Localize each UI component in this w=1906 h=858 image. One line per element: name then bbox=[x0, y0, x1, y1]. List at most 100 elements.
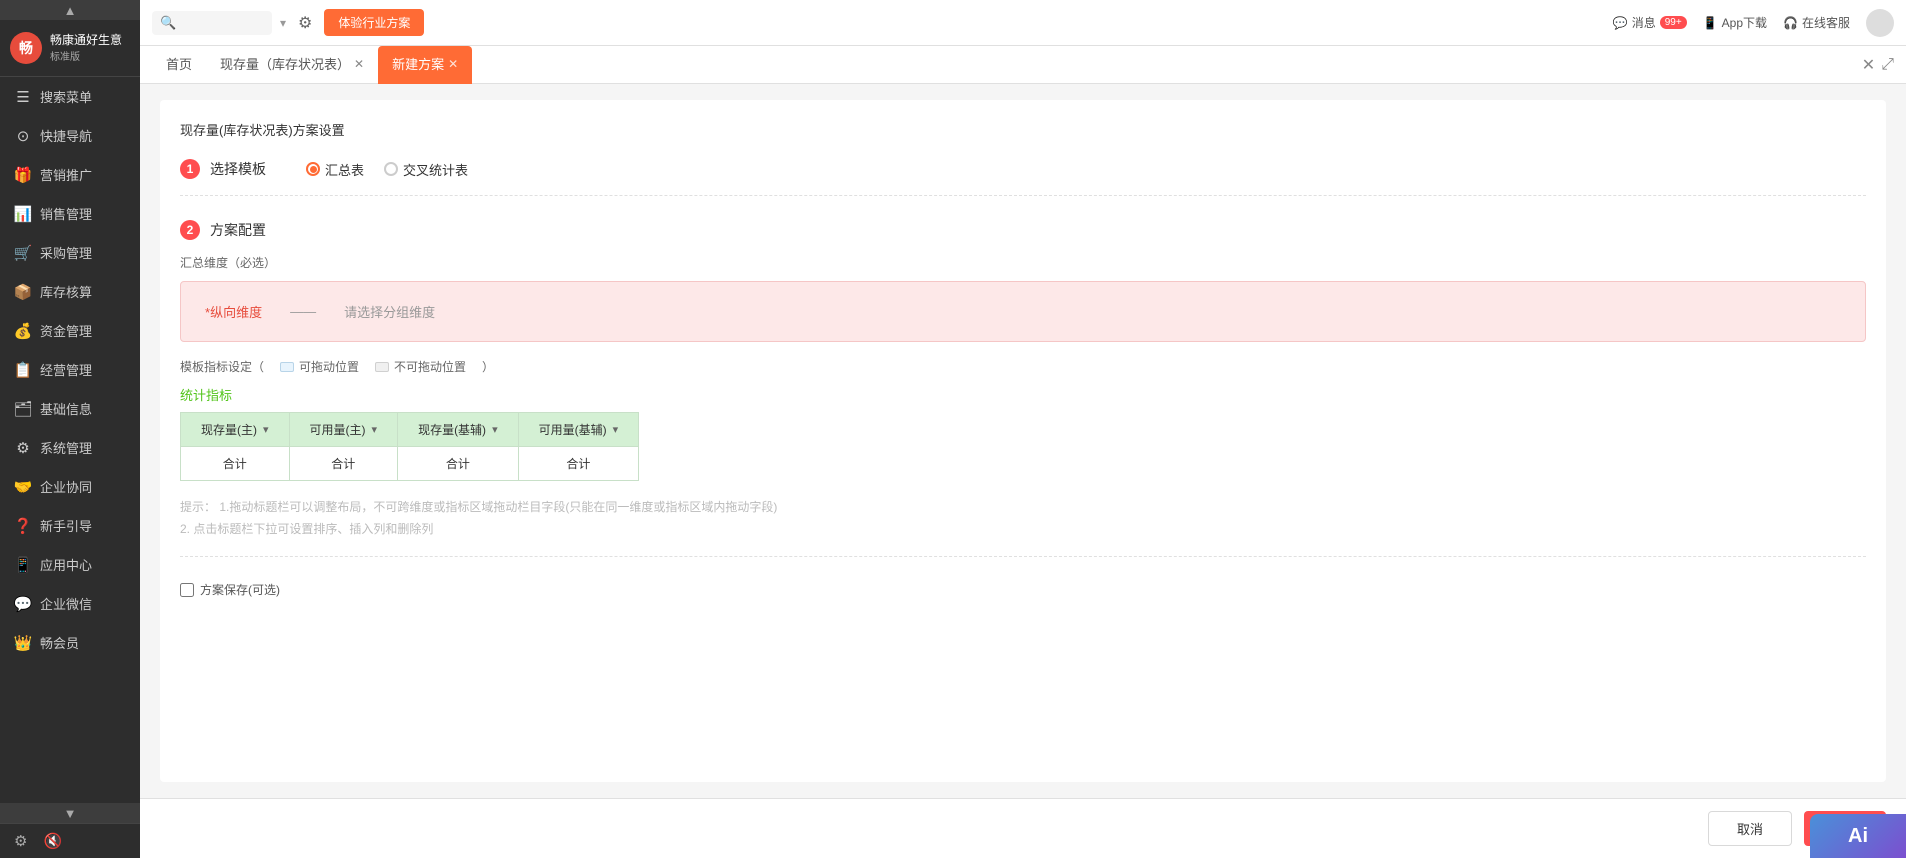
sidebar-icon-appstore: 📱 bbox=[14, 556, 32, 574]
radio-cross-circle bbox=[384, 162, 398, 176]
dim-placeholder[interactable]: 请选择分组维度 bbox=[344, 302, 435, 321]
th-available-main[interactable]: 可用量(主) ▾ bbox=[289, 413, 398, 447]
sidebar-icon-quick-nav: ⊙ bbox=[14, 127, 32, 145]
sidebar-icon-guide: ❓ bbox=[14, 517, 32, 535]
chip-draggable-box bbox=[280, 362, 294, 372]
radio-summary[interactable]: 汇总表 bbox=[306, 160, 364, 179]
td-total-1: 合计 bbox=[181, 447, 290, 481]
tab-new-plan-close[interactable]: ✕ bbox=[448, 57, 458, 71]
save-checkbox[interactable] bbox=[180, 583, 194, 597]
indicators-section: 模板指标设定（ 可拖动位置 不可拖动位置 ） 统计指标 bbox=[180, 358, 1866, 540]
industry-solution-button[interactable]: 体验行业方案 bbox=[324, 9, 424, 36]
sidebar-icon-inventory: 📦 bbox=[14, 283, 32, 301]
tabs-bar: 首页 现存量（库存状况表） ✕ 新建方案 ✕ ✕ ⤢ bbox=[140, 46, 1906, 84]
sidebar-item-search[interactable]: ☰搜索菜单 bbox=[0, 77, 140, 116]
td-total-3: 合计 bbox=[398, 447, 519, 481]
th-current-main-arrow[interactable]: ▾ bbox=[263, 423, 269, 436]
tab-inventory[interactable]: 现存量（库存状况表） ✕ bbox=[206, 46, 378, 84]
sidebar-item-quick-nav[interactable]: ⊙快捷导航 bbox=[0, 116, 140, 155]
sidebar-icon-operation: 📋 bbox=[14, 361, 32, 379]
sidebar-item-inventory[interactable]: 📦 库存核算 bbox=[0, 272, 140, 311]
chip-draggable-label: 可拖动位置 bbox=[299, 358, 359, 375]
sidebar-item-member[interactable]: 👑畅会员 bbox=[0, 623, 140, 662]
divider-2 bbox=[180, 556, 1866, 557]
sidebar-item-appstore[interactable]: 📱应用中心 bbox=[0, 545, 140, 584]
online-service-label: 在线客服 bbox=[1802, 14, 1850, 31]
sidebar-icon-wechat: 💬 bbox=[14, 595, 32, 613]
headset-icon: 🎧 bbox=[1783, 16, 1798, 30]
tab-home-label: 首页 bbox=[166, 54, 192, 73]
ai-floating-button[interactable]: Ai bbox=[1810, 814, 1906, 858]
close-panel-button[interactable]: ✕ bbox=[1862, 55, 1875, 75]
sidebar-item-finance[interactable]: 💰资金管理 bbox=[0, 311, 140, 350]
sidebar-item-marketing[interactable]: 🎁 营销推广 bbox=[0, 155, 140, 194]
content-inner: 现存量(库存状况表)方案设置 1 选择模板 汇总表 bbox=[160, 100, 1886, 782]
online-service-item[interactable]: 🎧 在线客服 bbox=[1783, 14, 1850, 31]
th-available-aux[interactable]: 可用量(基辅) ▾ bbox=[518, 413, 639, 447]
sidebar-label-purchase: 采购管理 bbox=[40, 243, 92, 262]
cancel-button[interactable]: 取消 bbox=[1708, 811, 1792, 846]
sidebar-item-operation[interactable]: 📋经营管理 bbox=[0, 350, 140, 389]
tips-section: 提示： 1.拖动标题栏可以调整布局，不可跨维度或指标区域拖动栏目字段(只能在同一… bbox=[180, 497, 1866, 540]
message-item[interactable]: 💬 消息 99+ bbox=[1613, 14, 1687, 31]
template-options: 汇总表 交叉统计表 bbox=[306, 160, 468, 179]
section-plan-config: 2 方案配置 汇总维度（必选） *纵向维度 —— 请选择分组维度 bbox=[180, 220, 1866, 557]
th-available-main-label: 可用量(主) bbox=[310, 421, 366, 438]
sidebar-item-system[interactable]: ⚙系统管理 bbox=[0, 428, 140, 467]
sidebar-item-cooperation[interactable]: 🤝企业协同 bbox=[0, 467, 140, 506]
expand-button[interactable]: ⤢ bbox=[1881, 55, 1894, 75]
tip-line-2: 2. 点击标题栏下拉可设置排序、插入列和删除列 bbox=[180, 519, 1866, 541]
settings-icon[interactable]: ⚙ bbox=[14, 832, 27, 850]
sidebar-item-guide[interactable]: ❓新手引导 bbox=[0, 506, 140, 545]
main-area: 🔍 ▾ ⚙ 体验行业方案 💬 消息 99+ 📱 App下载 🎧 在线客服 bbox=[140, 0, 1906, 858]
message-label: 消息 bbox=[1632, 14, 1656, 31]
dimension-row: *纵向维度 —— 请选择分组维度 bbox=[205, 302, 1841, 321]
section1-num: 1 bbox=[180, 159, 200, 179]
th-current-aux[interactable]: 现存量(基辅) ▾ bbox=[398, 413, 519, 447]
tab-new-plan[interactable]: 新建方案 ✕ bbox=[378, 46, 472, 84]
indicator-label-row: 模板指标设定（ 可拖动位置 不可拖动位置 ） bbox=[180, 358, 1866, 375]
topbar-right: 💬 消息 99+ 📱 App下载 🎧 在线客服 bbox=[1613, 9, 1894, 37]
search-input[interactable] bbox=[180, 16, 260, 30]
th-available-main-arrow[interactable]: ▾ bbox=[372, 423, 378, 436]
radio-cross[interactable]: 交叉统计表 bbox=[384, 160, 468, 179]
sidebar-label-member: 畅会员 bbox=[40, 633, 79, 652]
sidebar-label-search: 搜索菜单 bbox=[40, 87, 92, 106]
save-option: 方案保存(可选) bbox=[180, 581, 1866, 598]
section1-title: 选择模板 bbox=[210, 159, 266, 179]
sidebar-item-sales[interactable]: 📊销售管理 bbox=[0, 194, 140, 233]
topbar-search-box[interactable]: 🔍 bbox=[152, 11, 272, 35]
radio-summary-dot bbox=[310, 166, 317, 173]
sidebar-icon-marketing: 🎁 bbox=[14, 166, 32, 184]
sidebar-label-marketing: 营销推广 bbox=[40, 165, 92, 184]
tab-home[interactable]: 首页 bbox=[152, 46, 206, 84]
sidebar-logo: 畅 畅康通好生意 标准版 bbox=[0, 20, 140, 77]
sidebar-item-wechat[interactable]: 💬企业微信 bbox=[0, 584, 140, 623]
sidebar-item-basic[interactable]: 🗂基础信息 bbox=[0, 389, 140, 428]
app-download-item[interactable]: 📱 App下载 bbox=[1703, 14, 1767, 31]
topbar-chevron-icon[interactable]: ▾ bbox=[280, 16, 286, 30]
section1-header: 1 选择模板 汇总表 交叉统计表 bbox=[180, 159, 1866, 179]
th-current-main[interactable]: 现存量(主) ▾ bbox=[181, 413, 290, 447]
sidebar-icon-finance: 💰 bbox=[14, 322, 32, 340]
chip-nondraggable: 不可拖动位置 bbox=[375, 358, 466, 375]
topbar: 🔍 ▾ ⚙ 体验行业方案 💬 消息 99+ 📱 App下载 🎧 在线客服 bbox=[140, 0, 1906, 46]
sound-icon[interactable]: 🔇 bbox=[43, 832, 62, 850]
table-row: 合计 合计 合计 合计 bbox=[181, 447, 639, 481]
footer: 取消 查询 bbox=[140, 798, 1906, 858]
sidebar-item-purchase[interactable]: 🛒采购管理 bbox=[0, 233, 140, 272]
sidebar-icon-sales: 📊 bbox=[14, 205, 32, 223]
topbar-gear-icon[interactable]: ⚙ bbox=[298, 13, 312, 33]
th-available-aux-arrow[interactable]: ▾ bbox=[613, 423, 619, 436]
th-current-aux-arrow[interactable]: ▾ bbox=[492, 423, 498, 436]
user-avatar[interactable] bbox=[1866, 9, 1894, 37]
chip-draggable: 可拖动位置 bbox=[280, 358, 359, 375]
td-total-2: 合计 bbox=[289, 447, 398, 481]
sidebar-label-inventory: 库存核算 bbox=[40, 282, 92, 301]
tab-inventory-close[interactable]: ✕ bbox=[354, 57, 364, 71]
sidebar-scroll-up[interactable]: ▲ bbox=[0, 0, 140, 20]
sidebar-scroll-down[interactable]: ▼ bbox=[0, 803, 140, 823]
radio-summary-circle bbox=[306, 162, 320, 176]
summary-dimension-label: 汇总维度（必选） bbox=[180, 254, 1866, 271]
radio-summary-label: 汇总表 bbox=[325, 160, 364, 179]
